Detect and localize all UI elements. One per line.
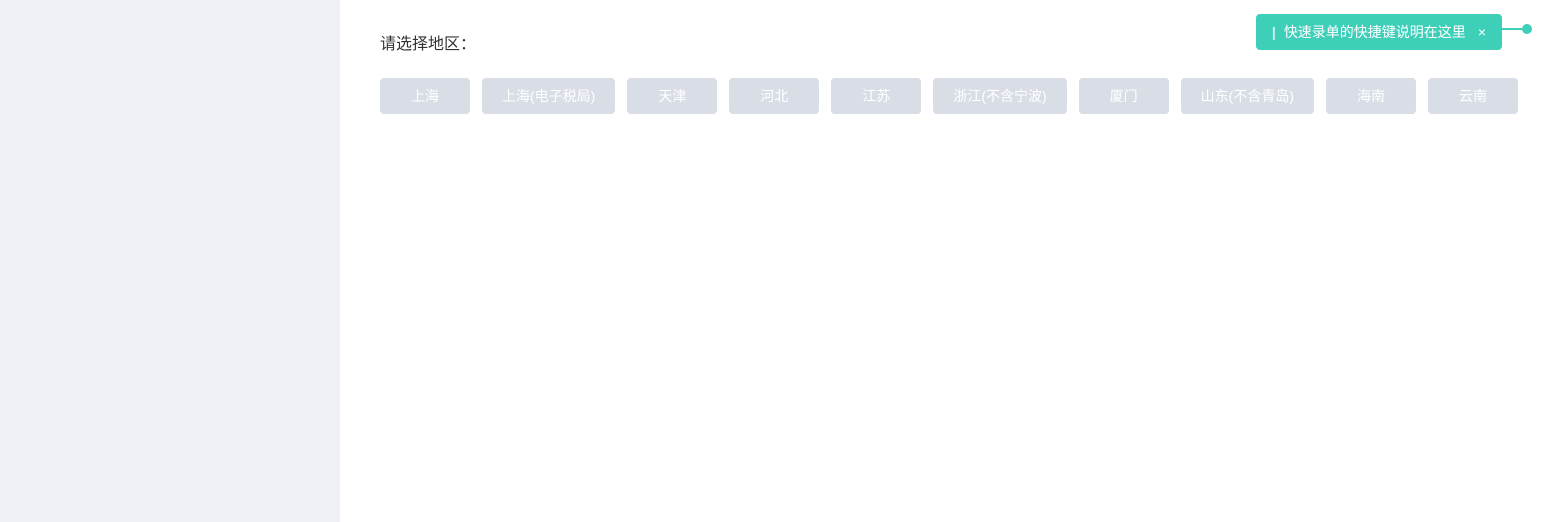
region-button-jiangsu[interactable]: 江苏	[831, 78, 921, 114]
tooltip-close-button[interactable]: ×	[1478, 24, 1486, 40]
tooltip-line	[1502, 28, 1522, 30]
tooltip-banner: 快速录单的快捷键说明在这里 ×	[1256, 14, 1502, 50]
region-button-hebei[interactable]: 河北	[729, 78, 819, 114]
left-sidebar	[0, 0, 340, 522]
tooltip-text: 快速录单的快捷键说明在这里	[1284, 22, 1466, 42]
region-button-xiamen[interactable]: 厦门	[1079, 78, 1169, 114]
region-button-shanghai[interactable]: 上海	[380, 78, 470, 114]
region-button-zhejiang[interactable]: 浙江(不含宁波)	[933, 78, 1066, 114]
tooltip-dot	[1522, 24, 1532, 34]
region-button-tianjin[interactable]: 天津	[627, 78, 717, 114]
region-button-shandong[interactable]: 山东(不含青岛)	[1181, 78, 1314, 114]
region-button-hainan[interactable]: 海南	[1326, 78, 1416, 114]
main-content: 请选择地区： 上海上海(电子税局)天津河北江苏浙江(不含宁波)厦门山东(不含青岛…	[340, 0, 1562, 522]
region-button-shanghai-etax[interactable]: 上海(电子税局)	[482, 78, 615, 114]
region-buttons: 上海上海(电子税局) 天津河北江苏浙江(不含宁波) 厦门山东(不含青岛) 海南云南	[380, 78, 1522, 114]
region-button-yunnan[interactable]: 云南	[1428, 78, 1518, 114]
